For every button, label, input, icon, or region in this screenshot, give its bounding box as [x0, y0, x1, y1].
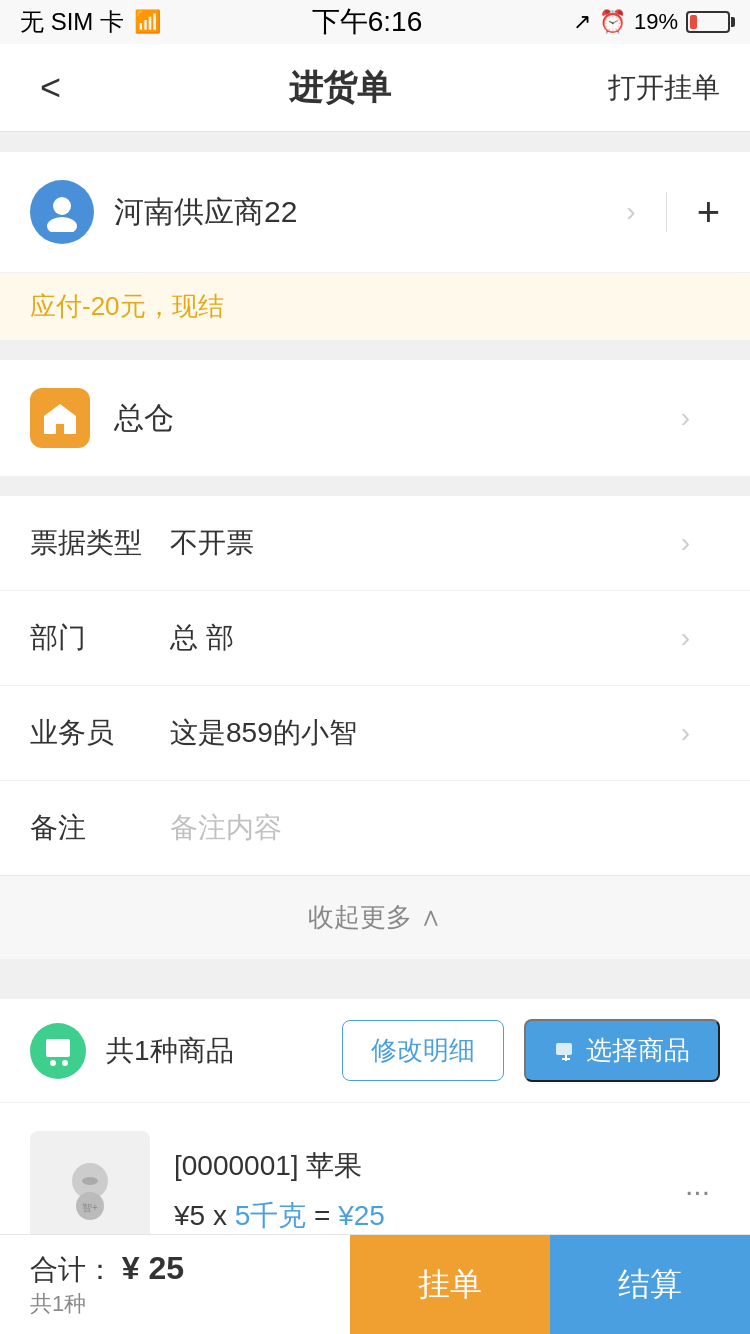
open-pending-button[interactable]: 打开挂单 [608, 69, 720, 107]
supplier-chevron-icon: › [626, 196, 635, 228]
supplier-section: 河南供应商22 › + 应付-20元，现结 [0, 152, 750, 340]
total-area: 合计： ¥ 25 共1种 [0, 1235, 350, 1334]
product-name: [0000001] 苹果 [174, 1147, 651, 1185]
form-section: 票据类型 不开票 › 部门 总 部 › 业务员 这是859的小智 › 备注 备注… [0, 496, 750, 875]
page-title: 进货单 [289, 65, 391, 111]
nav-bar: < 进货单 打开挂单 [0, 44, 750, 132]
wifi-icon: 📶 [134, 9, 161, 35]
invoice-chevron-icon: › [681, 527, 690, 559]
status-bar: 无 SIM 卡 📶 下午6:16 ↗ ⏰ 19% [0, 0, 750, 44]
divider-line [666, 192, 667, 232]
status-right: ↗ ⏰ 19% [573, 9, 730, 35]
invoice-label: 票据类型 [30, 524, 160, 562]
warehouse-section: 总仓 › [0, 360, 750, 476]
invoice-value: 不开票 [170, 524, 681, 562]
product-quantity: 5千克 [235, 1200, 307, 1231]
salesman-value: 这是859的小智 [170, 714, 681, 752]
supplier-name[interactable]: 河南供应商22 [114, 192, 626, 233]
svg-text:智+: 智+ [82, 1202, 98, 1213]
supplier-row: 河南供应商22 › + [0, 152, 750, 273]
top-divider [0, 132, 750, 152]
select-product-icon [554, 1039, 578, 1063]
product-price: ¥5 x 5千克 = ¥25 [174, 1197, 651, 1235]
products-count: 共1种商品 [106, 1032, 322, 1070]
divider-3 [0, 959, 750, 979]
divider-2 [0, 476, 750, 496]
back-button[interactable]: < [30, 57, 71, 119]
product-default-icon: 智+ [55, 1156, 125, 1226]
status-time: 下午6:16 [312, 3, 423, 41]
remark-label: 备注 [30, 809, 160, 847]
battery-icon [686, 11, 730, 33]
total-amount: ¥ 25 [122, 1250, 184, 1286]
products-header: 共1种商品 修改明细 选择商品 [0, 999, 750, 1102]
dept-value: 总 部 [170, 619, 681, 657]
remark-row[interactable]: 备注 备注内容 [0, 780, 750, 875]
total-row: 合计： ¥ 25 [30, 1250, 320, 1289]
checkout-button[interactable]: 结算 [550, 1235, 750, 1334]
warehouse-chevron-icon: › [681, 402, 690, 434]
salesman-chevron-icon: › [681, 717, 690, 749]
add-button[interactable]: + [697, 190, 720, 235]
remark-input[interactable]: 备注内容 [170, 809, 720, 847]
products-icon [30, 1023, 86, 1079]
bottom-bar: 合计： ¥ 25 共1种 挂单 结算 [0, 1234, 750, 1334]
product-code: [0000001] [174, 1150, 299, 1181]
price-separator: x [213, 1200, 235, 1231]
dept-chevron-icon: › [681, 622, 690, 654]
avatar-icon [42, 192, 82, 232]
notice-bar: 应付-20元，现结 [0, 273, 750, 340]
divider-1 [0, 340, 750, 360]
carrier-text: 无 SIM 卡 [20, 6, 124, 38]
edit-detail-button[interactable]: 修改明细 [342, 1020, 504, 1081]
total-label: 合计： [30, 1254, 114, 1285]
invoice-row[interactable]: 票据类型 不开票 › [0, 496, 750, 590]
pending-button[interactable]: 挂单 [350, 1235, 550, 1334]
svg-rect-5 [556, 1043, 572, 1055]
svg-point-3 [50, 1060, 56, 1066]
battery-pct: 19% [634, 9, 678, 35]
svg-point-9 [82, 1177, 98, 1185]
location-icon: ↗ [573, 9, 591, 35]
product-title: 苹果 [306, 1150, 362, 1181]
select-product-button[interactable]: 选择商品 [524, 1019, 720, 1082]
cart-icon [42, 1035, 74, 1067]
product-info: [0000001] 苹果 ¥5 x 5千克 = ¥25 [174, 1147, 651, 1235]
salesman-label: 业务员 [30, 714, 160, 752]
warehouse-name: 总仓 [114, 398, 681, 439]
alarm-icon: ⏰ [599, 9, 626, 35]
collapse-bar[interactable]: 收起更多 ∧ [0, 875, 750, 959]
total-count: 共1种 [30, 1289, 320, 1319]
warehouse-icon [30, 388, 90, 448]
supplier-avatar [30, 180, 94, 244]
dept-label: 部门 [30, 619, 160, 657]
svg-rect-2 [46, 1039, 70, 1057]
product-more-button[interactable]: ··· [675, 1164, 720, 1218]
salesman-row[interactable]: 业务员 这是859的小智 › [0, 685, 750, 780]
svg-point-1 [47, 217, 77, 232]
dept-row[interactable]: 部门 总 部 › [0, 590, 750, 685]
product-thumbnail: 智+ [30, 1131, 150, 1251]
warehouse-row[interactable]: 总仓 › [0, 360, 750, 476]
product-total: ¥25 [338, 1200, 385, 1231]
equals-sign: = [314, 1200, 338, 1231]
select-product-label: 选择商品 [586, 1033, 690, 1068]
svg-point-0 [53, 197, 71, 215]
house-icon [42, 400, 78, 436]
svg-point-4 [62, 1060, 68, 1066]
price-value: ¥5 [174, 1200, 205, 1231]
status-left: 无 SIM 卡 📶 [20, 6, 161, 38]
